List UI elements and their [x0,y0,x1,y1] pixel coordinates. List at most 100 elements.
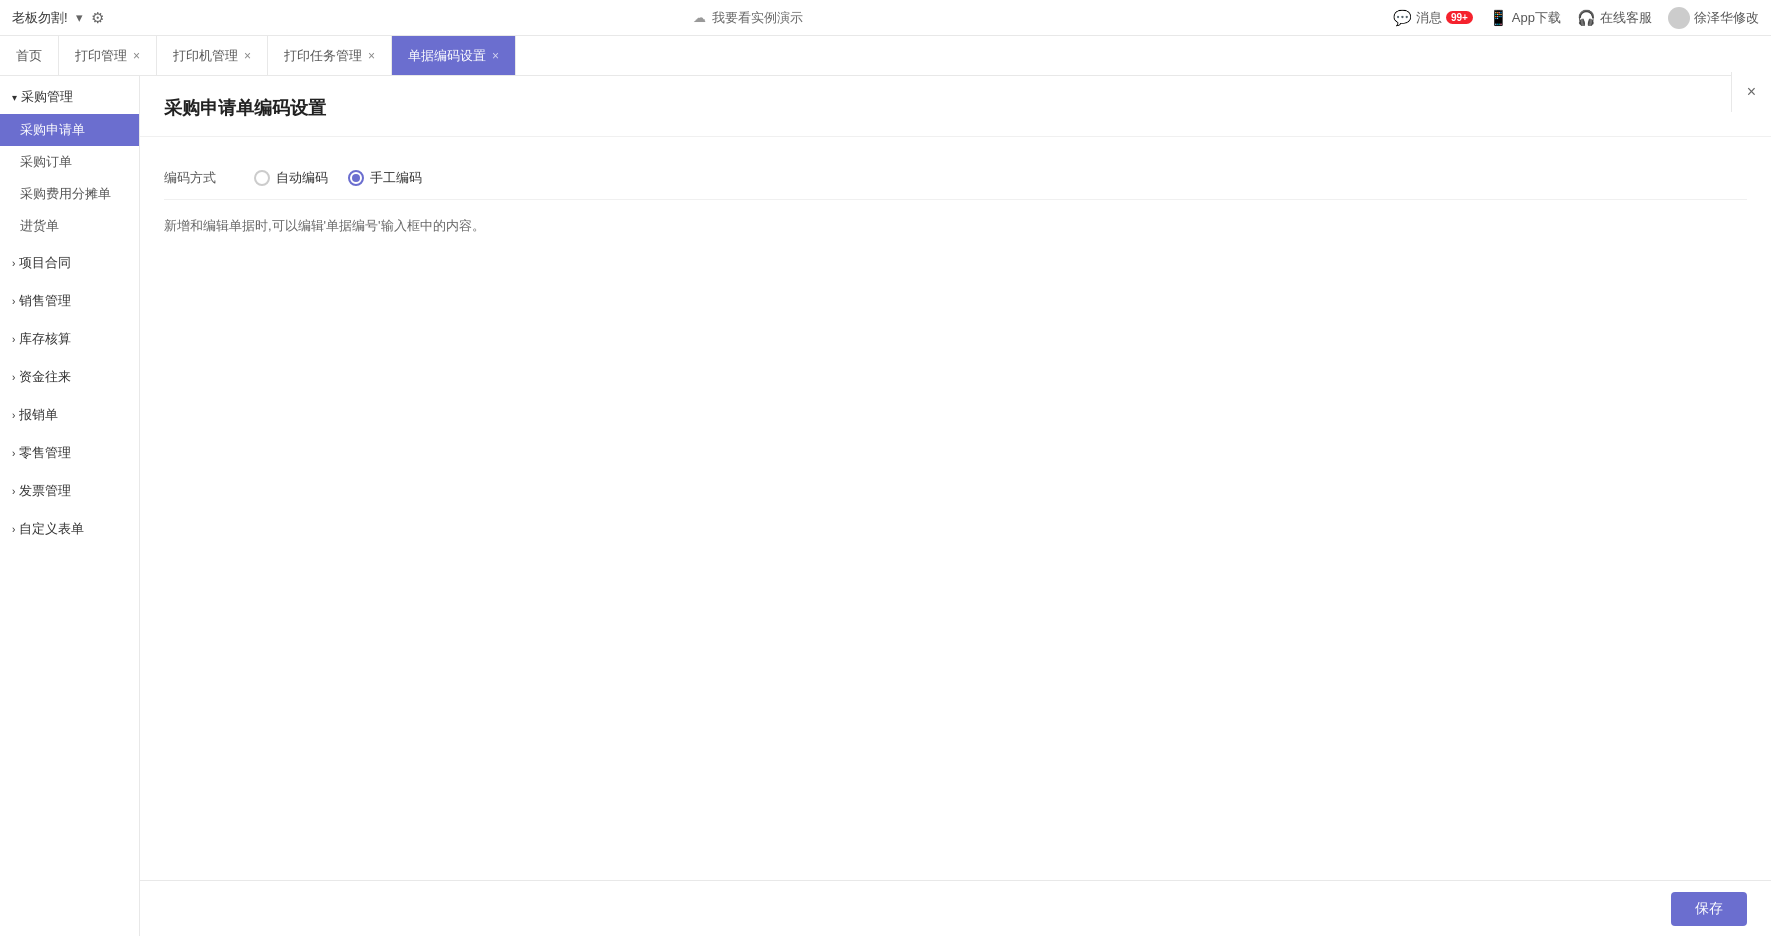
save-button[interactable]: 保存 [1671,892,1747,926]
search-text: 我要看实例演示 [712,9,803,27]
message-icon: 💬 [1393,9,1412,27]
tab-single-code-settings-label: 单据编码设置 [408,47,486,65]
sidebar-item-purchase-request[interactable]: 采购申请单 [0,114,139,146]
manual-code-label: 手工编码 [370,169,422,187]
tab-print-mgmt-close[interactable]: × [133,49,140,63]
sidebar-group-project-contract: › 项目合同 [0,246,139,280]
sidebar-group-invoice-mgmt-label: 发票管理 [19,482,71,500]
tab-print-mgmt-label: 打印管理 [75,47,127,65]
sidebar-item-purchase-expense-label: 采购费用分摊单 [20,186,111,201]
sidebar-group-project-contract-title[interactable]: › 项目合同 [0,246,139,280]
tab-home-label: 首页 [16,47,42,65]
hint-text: 新增和编辑单据时,可以编辑'单据编号'输入框中的内容。 [164,216,1747,237]
tab-print-mgmt[interactable]: 打印管理 × [59,36,157,75]
top-bar: 老板勿割! ▾ ⚙ ☁ 我要看实例演示 💬 消息 99+ 📱 App下载 🎧 在… [0,0,1771,36]
sidebar-group-returns: › 报销单 [0,398,139,432]
sidebar-item-stock-in-label: 进货单 [20,218,59,233]
message-button[interactable]: 💬 消息 99+ [1393,9,1473,27]
sidebar-group-fund-flow-title[interactable]: › 资金往来 [0,360,139,394]
sidebar-item-purchase-expense[interactable]: 采购费用分摊单 [0,178,139,210]
search-bar[interactable]: ☁ 我要看实例演示 [693,9,803,27]
tab-printer-mgmt-close[interactable]: × [244,49,251,63]
global-close-icon: × [1747,83,1756,101]
sidebar-group-inventory-settlement: › 库存核算 [0,322,139,356]
app-download-button[interactable]: 📱 App下载 [1489,9,1561,27]
chevron-down-icon: ▾ [12,92,17,103]
tab-print-task-mgmt-close[interactable]: × [368,49,375,63]
content-header: 采购申请单编码设置 [140,76,1771,137]
app-title: 老板勿割! [12,9,68,27]
headset-icon: 🎧 [1577,9,1596,27]
user-label: 徐泽华修改 [1694,9,1759,27]
tab-home[interactable]: 首页 [0,36,59,75]
chevron-right-icon-retail: › [12,448,15,459]
chevron-right-icon-project: › [12,258,15,269]
sidebar-group-custom-forms: › 自定义表单 [0,512,139,546]
sidebar-group-fund-flow: › 资金往来 [0,360,139,394]
app-download-label: App下载 [1512,9,1561,27]
coding-method-radio-group: 自动编码 手工编码 [254,169,422,187]
user-menu[interactable]: 徐泽华修改 [1668,7,1759,29]
chevron-right-icon-inventory: › [12,334,15,345]
tab-bar: 首页 打印管理 × 打印机管理 × 打印任务管理 × 单据编码设置 × [0,36,1771,76]
auto-code-radio[interactable] [254,170,270,186]
tab-single-code-settings-close[interactable]: × [492,49,499,63]
sidebar-group-purchase-mgmt: ▾ 采购管理 采购申请单 采购订单 采购费用分摊单 进货单 [0,80,139,242]
sidebar-item-stock-in[interactable]: 进货单 [0,210,139,242]
sidebar-group-project-contract-label: 项目合同 [19,254,71,272]
sidebar-group-returns-label: 报销单 [19,406,58,424]
online-support-label: 在线客服 [1600,9,1652,27]
auto-code-option[interactable]: 自动编码 [254,169,328,187]
sidebar-group-sales-mgmt: › 销售管理 [0,284,139,318]
message-label: 消息 [1416,9,1442,27]
page-title: 采购申请单编码设置 [164,96,1747,120]
chevron-right-icon-returns: › [12,410,15,421]
chevron-right-icon-fund: › [12,372,15,383]
global-close-button[interactable]: × [1731,72,1771,112]
sidebar-group-retail-mgmt-title[interactable]: › 零售管理 [0,436,139,470]
avatar-icon [1668,7,1690,29]
content-area: 采购申请单编码设置 编码方式 自动编码 手工编码 新增和编辑单据时,可以 [140,76,1771,936]
sidebar-group-returns-title[interactable]: › 报销单 [0,398,139,432]
sidebar-group-invoice-mgmt-title[interactable]: › 发票管理 [0,474,139,508]
chevron-right-icon-sales: › [12,296,15,307]
sidebar-group-purchase-mgmt-title[interactable]: ▾ 采购管理 [0,80,139,114]
sidebar-group-inventory-settlement-title[interactable]: › 库存核算 [0,322,139,356]
chevron-right-icon-invoice: › [12,486,15,497]
sidebar-group-invoice-mgmt: › 发票管理 [0,474,139,508]
auto-code-label: 自动编码 [276,169,328,187]
top-bar-left: 老板勿割! ▾ ⚙ [12,9,104,27]
dropdown-icon[interactable]: ▾ [76,10,83,25]
sidebar-group-retail-mgmt-label: 零售管理 [19,444,71,462]
tab-printer-mgmt-label: 打印机管理 [173,47,238,65]
download-icon: 📱 [1489,9,1508,27]
sidebar-group-inventory-settlement-label: 库存核算 [19,330,71,348]
tab-single-code-settings[interactable]: 单据编码设置 × [392,36,516,75]
message-badge: 99+ [1446,11,1473,24]
sidebar-group-custom-forms-label: 自定义表单 [19,520,84,538]
sidebar-item-purchase-order[interactable]: 采购订单 [0,146,139,178]
main-layout: ▾ 采购管理 采购申请单 采购订单 采购费用分摊单 进货单 › 项目合同 [0,76,1771,936]
sidebar-group-sales-mgmt-title[interactable]: › 销售管理 [0,284,139,318]
tab-print-task-mgmt-label: 打印任务管理 [284,47,362,65]
manual-code-radio[interactable] [348,170,364,186]
chevron-right-icon-custom: › [12,524,15,535]
content-footer: 保存 [140,880,1771,936]
sidebar-group-custom-forms-title[interactable]: › 自定义表单 [0,512,139,546]
coding-method-label: 编码方式 [164,169,234,187]
content-body: 编码方式 自动编码 手工编码 新增和编辑单据时,可以编辑'单据编号'输入框中的内… [140,137,1771,880]
manual-code-option[interactable]: 手工编码 [348,169,422,187]
sidebar: ▾ 采购管理 采购申请单 采购订单 采购费用分摊单 进货单 › 项目合同 [0,76,140,936]
tab-printer-mgmt[interactable]: 打印机管理 × [157,36,268,75]
sidebar-group-fund-flow-label: 资金往来 [19,368,71,386]
sidebar-group-purchase-mgmt-label: 采购管理 [21,88,73,106]
top-bar-right: 💬 消息 99+ 📱 App下载 🎧 在线客服 徐泽华修改 [1393,7,1759,29]
sidebar-group-sales-mgmt-label: 销售管理 [19,292,71,310]
sidebar-item-purchase-request-label: 采购申请单 [20,122,85,137]
sidebar-item-purchase-order-label: 采购订单 [20,154,72,169]
online-support-button[interactable]: 🎧 在线客服 [1577,9,1652,27]
cloud-icon: ☁ [693,10,706,25]
settings-icon[interactable]: ⚙ [91,9,104,27]
sidebar-group-retail-mgmt: › 零售管理 [0,436,139,470]
tab-print-task-mgmt[interactable]: 打印任务管理 × [268,36,392,75]
